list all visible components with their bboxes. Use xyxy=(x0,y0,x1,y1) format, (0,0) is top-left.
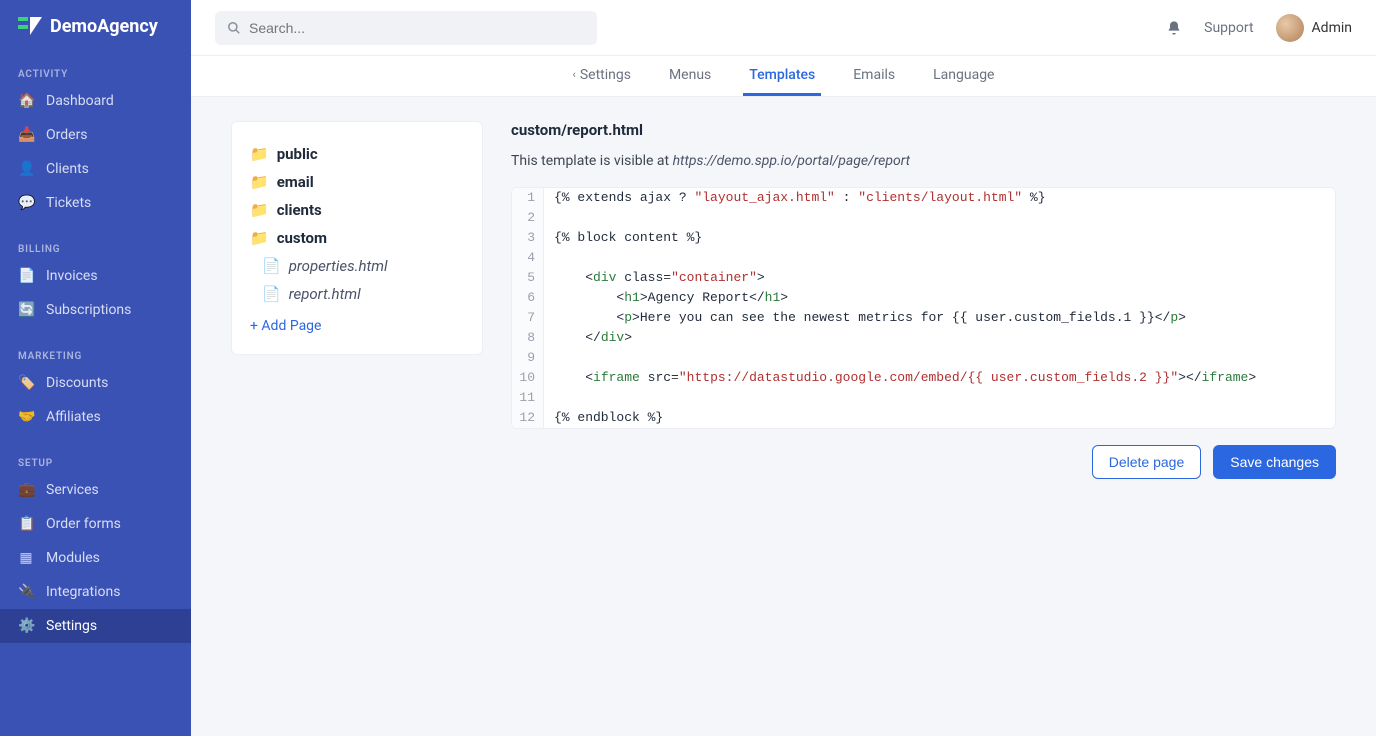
topbar: Support Admin xyxy=(191,0,1376,55)
list-icon: 📋 xyxy=(18,516,34,532)
tab-menus[interactable]: Menus xyxy=(663,56,717,96)
gauge-icon: 🏠 xyxy=(18,93,34,109)
nav-settings[interactable]: ⚙️Settings xyxy=(0,609,191,643)
add-page-link[interactable]: + Add Page xyxy=(250,308,464,334)
folder-icon: 📁 xyxy=(250,201,269,219)
logo[interactable]: DemoAgency xyxy=(0,0,191,53)
nav-clients[interactable]: 👤Clients xyxy=(0,152,191,186)
tab-settings[interactable]: ‹Settings xyxy=(567,56,637,96)
nav-order-forms[interactable]: 📋Order forms xyxy=(0,507,191,541)
nav-heading-marketing: MARKETING xyxy=(0,343,191,366)
chat-icon: 💬 xyxy=(18,195,34,211)
folder-custom[interactable]: 📁custom xyxy=(250,224,464,252)
folder-icon: 📁 xyxy=(250,173,269,191)
inbox-icon: 📥 xyxy=(18,127,34,143)
tab-templates[interactable]: Templates xyxy=(743,56,821,96)
visible-at-text: This template is visible at https://demo… xyxy=(511,153,1336,169)
folder-email[interactable]: 📁email xyxy=(250,168,464,196)
editor-panel: custom/report.html This template is visi… xyxy=(511,121,1336,479)
nav-discounts[interactable]: 🏷️Discounts xyxy=(0,366,191,400)
folder-clients[interactable]: 📁clients xyxy=(250,196,464,224)
code-editor[interactable]: 1{% extends ajax ? "layout_ajax.html" : … xyxy=(511,187,1336,429)
search-input[interactable] xyxy=(249,20,585,36)
gear-icon: ⚙️ xyxy=(18,618,34,634)
tab-emails[interactable]: Emails xyxy=(847,56,901,96)
plug-icon: 🔌 xyxy=(18,584,34,600)
user-menu[interactable]: Admin xyxy=(1276,14,1352,42)
nav-orders[interactable]: 📥Orders xyxy=(0,118,191,152)
file-icon: 📄 xyxy=(262,285,281,303)
nav-integrations[interactable]: 🔌Integrations xyxy=(0,575,191,609)
user-icon: 👤 xyxy=(18,161,34,177)
tag-icon: 🏷️ xyxy=(18,375,34,391)
save-changes-button[interactable]: Save changes xyxy=(1213,445,1336,479)
search-icon xyxy=(227,21,241,35)
file-report[interactable]: 📄report.html xyxy=(250,280,464,308)
file-icon: 📄 xyxy=(18,268,34,284)
logo-icon xyxy=(18,17,42,37)
settings-tabs: ‹Settings Menus Templates Emails Languag… xyxy=(191,55,1376,97)
refresh-icon: 🔄 xyxy=(18,302,34,318)
nav-subscriptions[interactable]: 🔄Subscriptions xyxy=(0,293,191,327)
notifications-icon[interactable] xyxy=(1166,20,1182,36)
briefcase-icon: 💼 xyxy=(18,482,34,498)
nav-tickets[interactable]: 💬Tickets xyxy=(0,186,191,220)
nav-affiliates[interactable]: 🤝Affiliates xyxy=(0,400,191,434)
brand-name: DemoAgency xyxy=(50,16,158,37)
nav-heading-setup: SETUP xyxy=(0,450,191,473)
file-icon: 📄 xyxy=(262,257,281,275)
grid-icon: ▦ xyxy=(18,550,34,566)
nav-modules[interactable]: ▦Modules xyxy=(0,541,191,575)
nav-heading-billing: BILLING xyxy=(0,236,191,259)
sidebar: DemoAgency ACTIVITY 🏠Dashboard 📥Orders 👤… xyxy=(0,0,191,736)
tab-language[interactable]: Language xyxy=(927,56,1000,96)
avatar xyxy=(1276,14,1304,42)
visible-url[interactable]: https://demo.spp.io/portal/page/report xyxy=(673,153,911,169)
folder-public[interactable]: 📁public xyxy=(250,140,464,168)
support-link[interactable]: Support xyxy=(1204,20,1253,36)
handshake-icon: 🤝 xyxy=(18,409,34,425)
delete-page-button[interactable]: Delete page xyxy=(1092,445,1202,479)
nav-invoices[interactable]: 📄Invoices xyxy=(0,259,191,293)
folder-icon: 📁 xyxy=(250,145,269,163)
search-box[interactable] xyxy=(215,11,597,45)
nav-dashboard[interactable]: 🏠Dashboard xyxy=(0,84,191,118)
file-path-title: custom/report.html xyxy=(511,121,1336,139)
file-properties[interactable]: 📄properties.html xyxy=(250,252,464,280)
user-name: Admin xyxy=(1312,20,1352,36)
nav-services[interactable]: 💼Services xyxy=(0,473,191,507)
nav-heading-activity: ACTIVITY xyxy=(0,61,191,84)
file-tree: 📁public 📁email 📁clients 📁custom 📄propert… xyxy=(231,121,483,355)
chevron-left-icon: ‹ xyxy=(573,68,576,81)
folder-icon: 📁 xyxy=(250,229,269,247)
